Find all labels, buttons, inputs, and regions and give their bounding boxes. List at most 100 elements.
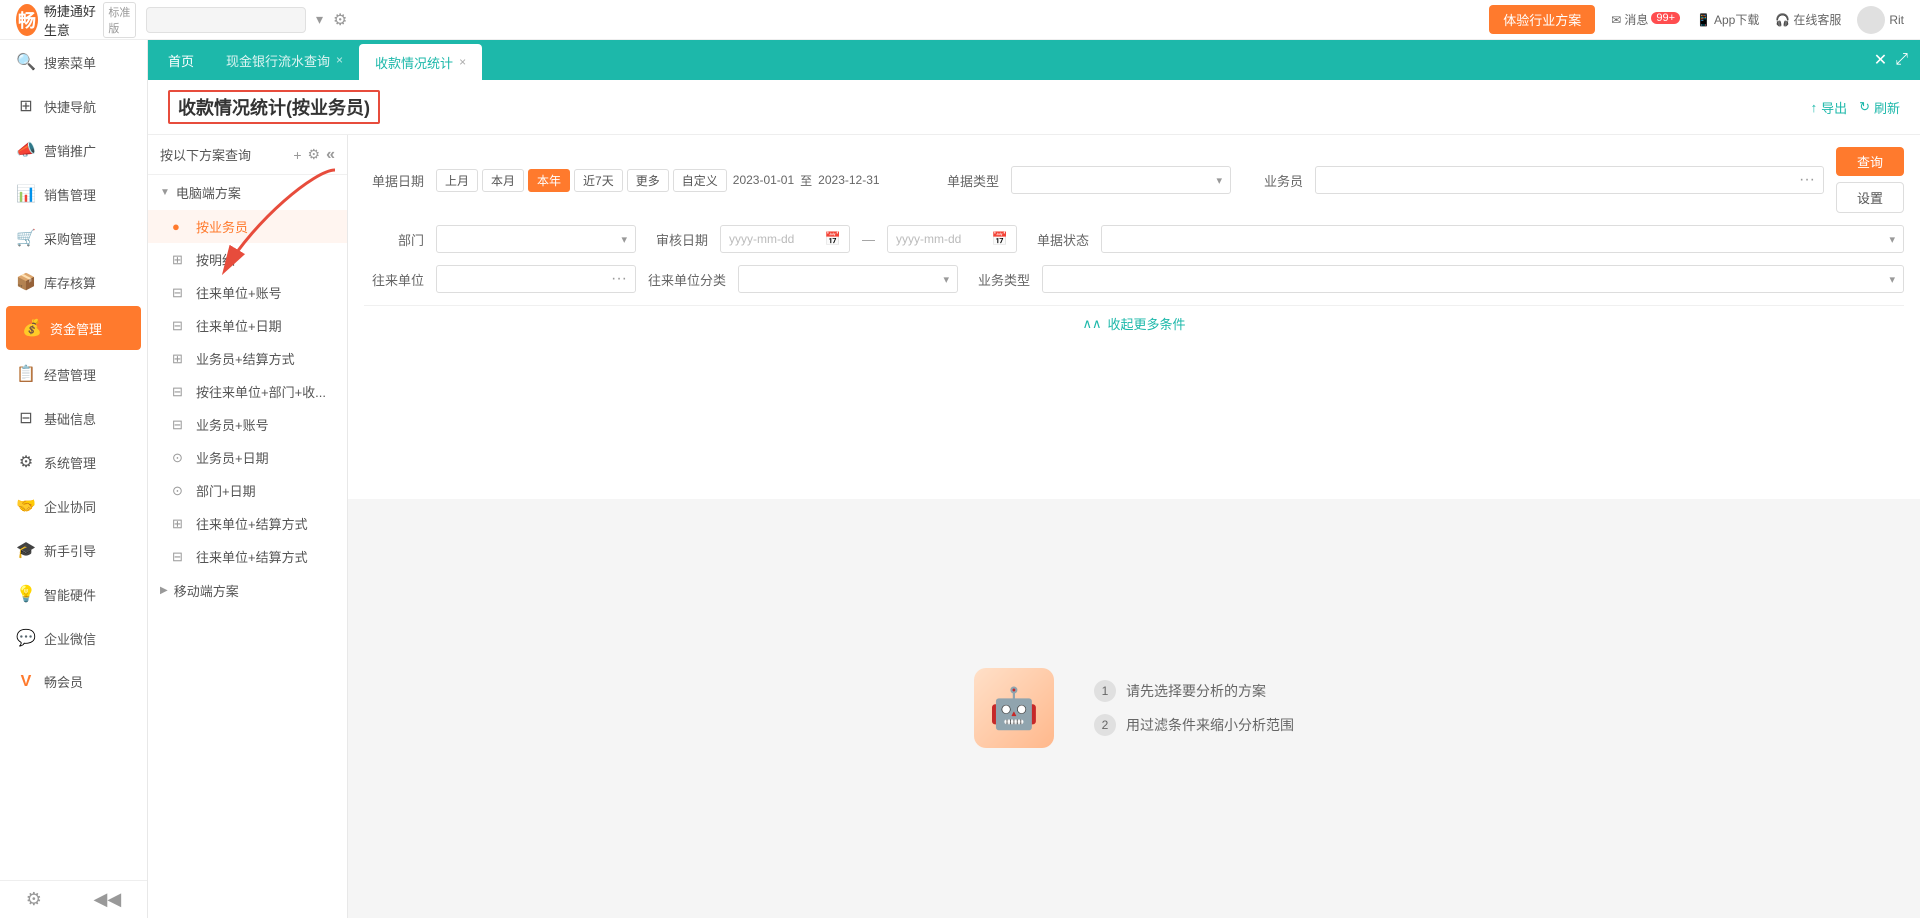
user-section[interactable]: Rit (1857, 6, 1904, 34)
date-filter-control: 上月 本月 本年 近7天 更多 自定义 2023-01-01 至 2023-12… (436, 169, 927, 192)
smart-hardware-icon: 💡 (16, 584, 36, 604)
search-bar-placeholder[interactable] (146, 7, 306, 33)
shortcut-more[interactable]: 更多 (627, 169, 669, 192)
sidebar-label-sales: 销售管理 (44, 185, 96, 204)
dropdown-icon[interactable]: ▾ (316, 11, 323, 28)
sidebar-item-inventory[interactable]: 📦 库存核算 (0, 260, 147, 304)
export-label: 导出 (1821, 98, 1847, 117)
doc-type-select[interactable]: ▾ (1011, 166, 1231, 194)
shortcut-last-7-days[interactable]: 近7天 (574, 169, 623, 192)
doc-type-chevron: ▾ (1216, 174, 1222, 187)
tabs-bar-right: ✕ ⤢ (1874, 50, 1916, 70)
enterprise-icon: 🤝 (16, 496, 36, 516)
scheme-group-desktop-title[interactable]: ▼ 电脑端方案 (148, 175, 347, 210)
collapse-bar[interactable]: ∧∧ 收起更多条件 (364, 305, 1904, 341)
scheme-item-salesperson-date[interactable]: ⊙ 业务员+日期 (148, 441, 347, 474)
counterpart-more[interactable]: ··· (611, 270, 627, 288)
sidebar-item-smart-hardware[interactable]: 💡 智能硬件 (0, 572, 147, 616)
settings-button[interactable]: 设置 (1836, 182, 1904, 213)
scheme-item-salesperson-account[interactable]: ⊟ 业务员+账号 (148, 408, 347, 441)
app-download-section[interactable]: 📱 App下载 (1696, 11, 1759, 28)
counterpart-category-select[interactable]: ▾ (738, 265, 958, 293)
sidebar-item-search-menu[interactable]: 🔍 搜索菜单 (0, 40, 147, 84)
scheme-item-counterpart-dept-collection[interactable]: ⊟ 按往来单位+部门+收... (148, 375, 347, 408)
tab-expand-icon[interactable]: ⤢ (1895, 51, 1908, 69)
schemes-add-icon[interactable]: + (293, 147, 301, 163)
refresh-btn[interactable]: ↻ 刷新 (1859, 98, 1900, 117)
scheme-item-by-salesperson[interactable]: ● 按业务员 (148, 210, 347, 243)
empty-state: 🤖 1 请先选择要分析的方案 2 用过滤条件来缩小分析范围 (348, 499, 1920, 918)
sidebar-label-enterprise-wechat: 企业微信 (44, 629, 96, 648)
sidebar-item-member[interactable]: V 畅会员 (0, 660, 147, 703)
tip-text-2: 用过滤条件来缩小分析范围 (1126, 715, 1294, 735)
bottom-collapse-icon[interactable]: ◀◀ (94, 889, 122, 910)
calendar-icon-start: 📅 (825, 231, 841, 247)
tab-close-all-icon[interactable]: ✕ (1874, 50, 1887, 70)
schemes-collapse-icon[interactable]: « (326, 146, 335, 164)
date-range-display: 2023-01-01 至 2023-12-31 (733, 172, 880, 189)
sidebar-item-newbie[interactable]: 🎓 新手引导 (0, 528, 147, 572)
scheme-item-counterpart-account[interactable]: ⊟ 往来单位+账号 (148, 276, 347, 309)
tab-home-label: 首页 (168, 51, 194, 70)
sidebar-item-basic-info[interactable]: ⊟ 基础信息 (0, 396, 147, 440)
counterpart-select[interactable]: ··· (436, 265, 636, 293)
scheme-item-counterpart-settlement2[interactable]: ⊟ 往来单位+结算方式 (148, 540, 347, 573)
sidebar: 🔍 搜索菜单 ⊞ 快捷导航 📣 营销推广 📊 销售管理 🛒 采购管理 📦 库存核… (0, 40, 148, 918)
review-date-start[interactable]: yyyy-mm-dd 📅 (720, 225, 850, 253)
filter-row-2: 部门 ▾ 审核日期 yyyy-mm-dd 📅 — yyyy-mm-dd (364, 225, 1904, 253)
export-btn[interactable]: ↑ 导出 (1811, 98, 1848, 117)
review-date-end[interactable]: yyyy-mm-dd 📅 (887, 225, 1017, 253)
shortcut-this-year[interactable]: 本年 (528, 169, 570, 192)
schemes-header: 按以下方案查询 + ⚙ « (148, 135, 347, 175)
shortcut-custom[interactable]: 自定义 (673, 169, 727, 192)
sidebar-item-capital[interactable]: 💰 资金管理 (6, 306, 141, 350)
dept-select[interactable]: ▾ (436, 225, 636, 253)
avatar (1857, 6, 1885, 34)
scheme-group-desktop: ▼ 电脑端方案 ● 按业务员 ⊞ 按明细 ⊟ 往来单位+账号 (148, 175, 347, 573)
scheme-item-counterpart-settlement1[interactable]: ⊞ 往来单位+结算方式 (148, 507, 347, 540)
settings-icon[interactable]: ⚙ (333, 10, 347, 30)
tab-bank-flow-close[interactable]: × (336, 53, 343, 67)
tab-home[interactable]: 首页 (152, 40, 210, 80)
business-type-chevron: ▾ (1889, 273, 1895, 286)
tab-bank-flow[interactable]: 现金银行流水查询 × (210, 40, 359, 80)
scheme-icon-ca: ⊟ (172, 285, 188, 301)
scheme-item-dept-date[interactable]: ⊙ 部门+日期 (148, 474, 347, 507)
basic-info-icon: ⊟ (16, 408, 36, 428)
sidebar-item-operations[interactable]: 📋 经营管理 (0, 352, 147, 396)
sidebar-item-sales[interactable]: 📊 销售管理 (0, 172, 147, 216)
salesperson-select[interactable]: ··· (1315, 166, 1824, 194)
shortcut-last-month[interactable]: 上月 (436, 169, 478, 192)
app-name: 畅捷通好生意 (44, 1, 97, 39)
tab-collection-stats-close[interactable]: × (459, 55, 466, 69)
tab-collection-stats[interactable]: 收款情况统计 × (359, 44, 482, 80)
trial-btn[interactable]: 体验行业方案 (1489, 5, 1595, 34)
collapse-label: 收起更多条件 (1108, 314, 1186, 333)
tip-num-2: 2 (1094, 714, 1116, 736)
online-service-section[interactable]: 🎧 在线客服 (1775, 11, 1841, 28)
scheme-icon-cdc: ⊟ (172, 384, 188, 400)
sidebar-item-marketing[interactable]: 📣 营销推广 (0, 128, 147, 172)
sidebar-item-enterprise-wechat[interactable]: 💬 企业微信 (0, 616, 147, 660)
sidebar-item-enterprise[interactable]: 🤝 企业协同 (0, 484, 147, 528)
scheme-item-by-detail[interactable]: ⊞ 按明细 (148, 243, 347, 276)
messages-section[interactable]: ✉ 消息 99+ (1611, 11, 1680, 28)
bottom-settings-icon[interactable]: ⚙ (26, 889, 42, 910)
scheme-label-salesperson-date: 业务员+日期 (196, 448, 269, 467)
sidebar-item-quick-nav[interactable]: ⊞ 快捷导航 (0, 84, 147, 128)
counterpart-label: 往来单位 (364, 270, 424, 289)
scheme-item-counterpart-date[interactable]: ⊟ 往来单位+日期 (148, 309, 347, 342)
sidebar-item-system-mgmt[interactable]: ⚙ 系统管理 (0, 440, 147, 484)
scheme-icon-dd: ⊙ (172, 483, 188, 499)
sidebar-item-purchase[interactable]: 🛒 采购管理 (0, 216, 147, 260)
salesperson-more[interactable]: ··· (1799, 171, 1815, 189)
business-type-select[interactable]: ▾ (1042, 265, 1904, 293)
doc-status-select[interactable]: ▾ (1101, 225, 1904, 253)
scheme-label-salesperson: 按业务员 (196, 217, 248, 236)
schemes-settings-icon[interactable]: ⚙ (308, 146, 321, 163)
shortcut-this-month[interactable]: 本月 (482, 169, 524, 192)
query-button[interactable]: 查询 (1836, 147, 1904, 176)
scheme-item-salesperson-settlement[interactable]: ⊞ 业务员+结算方式 (148, 342, 347, 375)
page-content: 按以下方案查询 + ⚙ « (148, 135, 1920, 918)
scheme-group-mobile-title[interactable]: ▶ 移动端方案 (148, 573, 347, 608)
